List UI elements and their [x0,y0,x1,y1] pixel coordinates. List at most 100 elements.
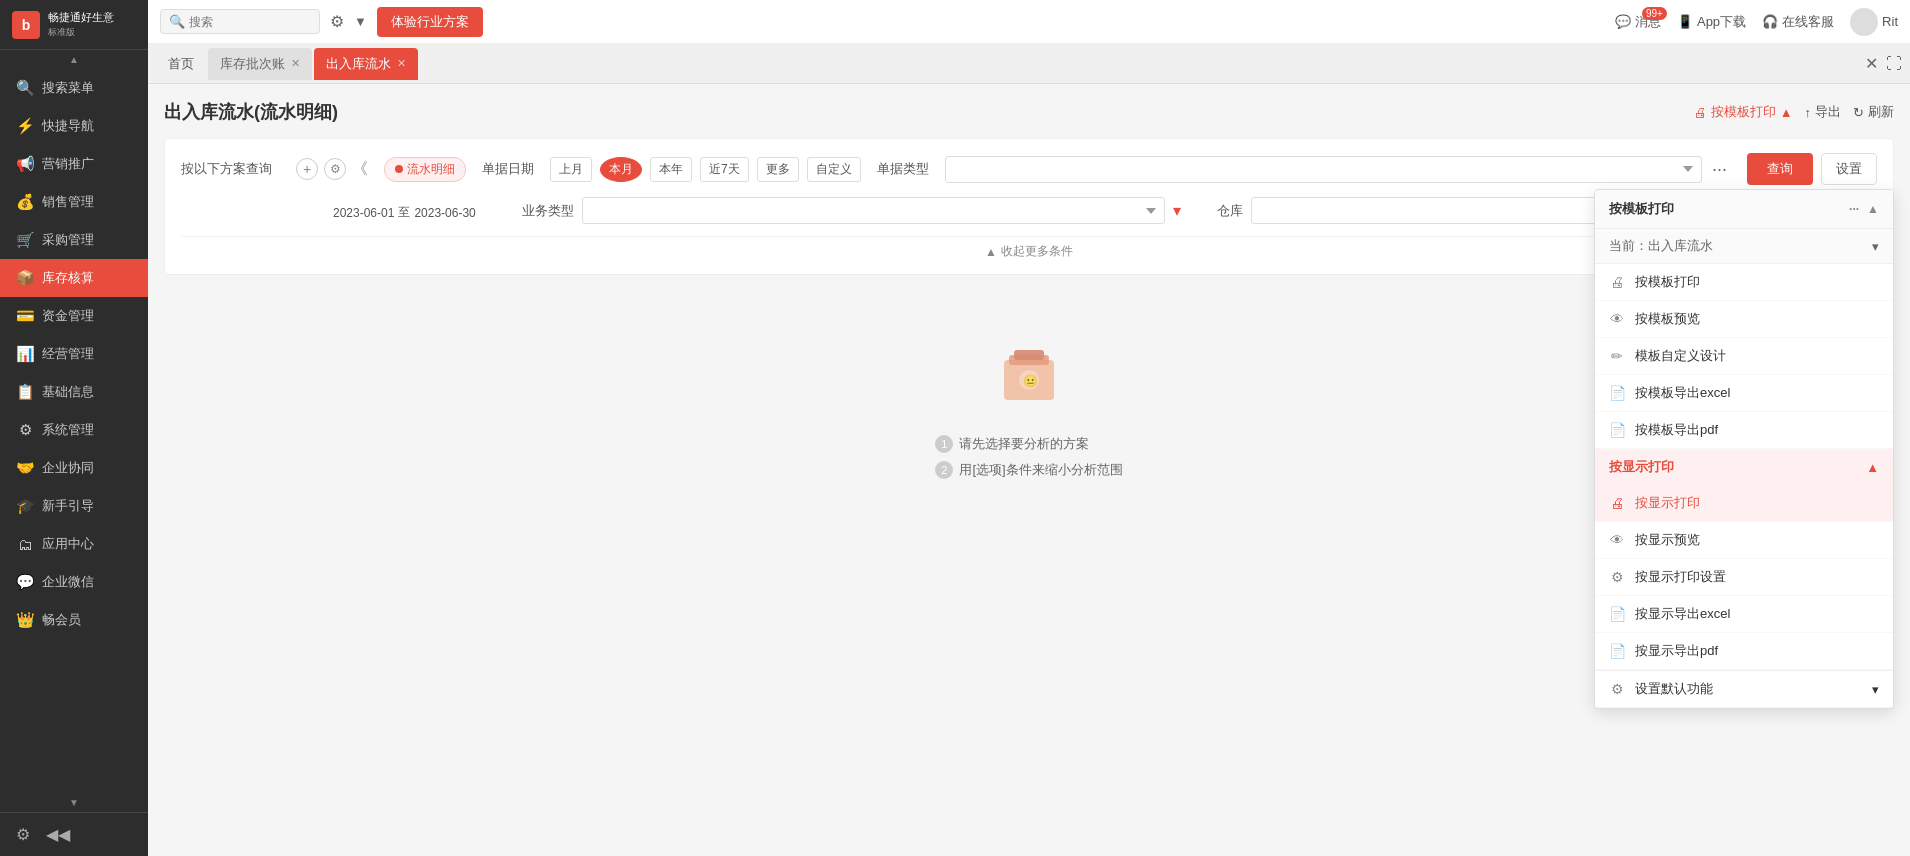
dropdown-item-settings-display[interactable]: ⚙ 按显示打印设置 [1595,559,1893,596]
collapse-btn[interactable]: ▲ 收起更多条件 [985,243,1073,260]
tab-close-icon[interactable]: ✕ [1865,54,1878,73]
pdf-display-icon: 📄 [1609,643,1625,659]
sidebar-item-enterprise[interactable]: 🤝 企业协同 [0,449,148,487]
dropdown-display-section[interactable]: 按显示打印 ▲ [1595,449,1893,485]
dropdown-item-label: 按显示导出pdf [1635,642,1718,660]
sidebar-item-search[interactable]: 🔍 搜索菜单 [0,69,148,107]
sidebar-item-purchase[interactable]: 🛒 采购管理 [0,221,148,259]
dropdown-item-export-pdf-display[interactable]: 📄 按显示导出pdf [1595,633,1893,670]
filter-label: 按以下方案查询 [181,160,272,178]
industry-btn[interactable]: 体验行业方案 [377,7,483,37]
sidebar-item-marketing[interactable]: 📢 营销推广 [0,145,148,183]
dropdown-item-export-excel-display[interactable]: 📄 按显示导出excel [1595,596,1893,633]
chevron-up-icon: ▲ [1780,105,1793,120]
business-type-select[interactable] [582,197,1166,224]
business-dropdown-icon[interactable]: ▾ [1173,201,1181,220]
scroll-down-arrow[interactable]: ▼ [0,793,148,812]
sidebar-item-guide[interactable]: 🎓 新手引导 [0,487,148,525]
sidebar-item-label: 应用中心 [42,535,94,553]
filter-tag[interactable]: 流水明细 [384,157,466,182]
bill-type-more-btn[interactable]: ··· [1708,159,1731,180]
dropdown-current-chevron[interactable]: ▾ [1872,239,1879,254]
sidebar-item-shortcut[interactable]: ⚡ 快捷导航 [0,107,148,145]
svg-rect-2 [1014,350,1044,360]
print-dropdown-panel: 按模板打印 ··· ▲ 当前：出入库流水 ▾ 🖨 按模板打印 👁 按模板预览 ✏ [1594,189,1894,709]
sidebar-item-appstore[interactable]: 🗂 应用中心 [0,525,148,563]
message-btn[interactable]: 💬 消息 99+ [1615,13,1661,31]
export-btn[interactable]: ↑ 导出 [1805,103,1842,121]
sidebar-item-system[interactable]: ⚙ 系统管理 [0,411,148,449]
dropdown-item-export-excel-template[interactable]: 📄 按模板导出excel [1595,375,1893,412]
tab-maximize-icon[interactable]: ⛶ [1886,55,1902,73]
settings-button[interactable]: 设置 [1821,153,1877,185]
page-title: 出入库流水(流水明细) [164,100,338,124]
date-prev-month[interactable]: 上月 [550,157,592,182]
topbar-dropdown-icon[interactable]: ▼ [354,14,367,29]
empty-steps: 1 请先选择要分析的方案 2 用[选项]条件来缩小分析范围 [935,435,1122,487]
date-more[interactable]: 更多 [757,157,799,182]
tab-batch-close[interactable]: ✕ [291,57,300,70]
footer-settings-icon[interactable]: ⚙ [16,825,30,844]
member-icon: 👑 [16,611,34,629]
user-avatar[interactable]: Rit [1850,8,1898,36]
sidebar-item-operations[interactable]: 📊 经营管理 [0,335,148,373]
preview-template-icon: 👁 [1609,311,1625,327]
tab-home[interactable]: 首页 [156,48,206,80]
sidebar-item-finance[interactable]: 💳 资金管理 [0,297,148,335]
topbar-search-box[interactable]: 🔍 [160,9,320,34]
sidebar-item-inventory[interactable]: 📦 库存核算 [0,259,148,297]
filter-row-1: 按以下方案查询 + ⚙ 《 流水明细 单据日期 上月 本月 本年 近7天 更多 [181,153,1877,185]
dropdown-item-label: 按显示预览 [1635,531,1700,549]
refresh-btn[interactable]: ↻ 刷新 [1853,103,1894,121]
sidebar-item-sales[interactable]: 💰 销售管理 [0,183,148,221]
service-label: 在线客服 [1782,13,1834,31]
tab-batch[interactable]: 库存批次账 ✕ [208,48,312,80]
service-btn[interactable]: 🎧 在线客服 [1762,13,1834,31]
dropdown-item-print-display[interactable]: 🖨 按显示打印 [1595,485,1893,522]
filter-collapse-btn[interactable]: 《 [352,159,368,180]
filter-add-btn[interactable]: + [296,158,318,180]
sidebar-item-wechat[interactable]: 💬 企业微信 [0,563,148,601]
dropdown-more-icon[interactable]: ··· [1849,202,1859,216]
dropdown-item-print-template[interactable]: 🖨 按模板打印 [1595,264,1893,301]
bill-type-select[interactable] [945,156,1702,183]
tab-flow[interactable]: 出入库流水 ✕ [314,48,418,80]
step-num-2: 2 [935,461,953,479]
page-header: 出入库流水(流水明细) 🖨 按模板打印 ▲ ↑ 导出 ↻ 刷新 [164,100,1894,124]
print-display-icon: 🖨 [1609,495,1625,511]
scroll-up-arrow[interactable]: ▲ [0,50,148,69]
date-label: 单据日期 [482,160,534,178]
dropdown-item-preview-template[interactable]: 👁 按模板预览 [1595,301,1893,338]
empty-step-1: 1 请先选择要分析的方案 [935,435,1122,453]
dropdown-item-custom-template[interactable]: ✏ 模板自定义设计 [1595,338,1893,375]
sidebar-footer: ⚙ ◀◀ [0,812,148,856]
sidebar-item-member[interactable]: 👑 畅会员 [0,601,148,639]
dropdown-item-default-feature[interactable]: ⚙ 设置默认功能 ▾ [1595,670,1893,708]
sidebar-item-basic[interactable]: 📋 基础信息 [0,373,148,411]
sidebar-item-label: 搜索菜单 [42,79,94,97]
dropdown-chevron-up[interactable]: ▲ [1867,202,1879,216]
topbar-gear-icon[interactable]: ⚙ [330,12,344,31]
dropdown-item-export-pdf-template[interactable]: 📄 按模板导出pdf [1595,412,1893,449]
dropdown-item-preview-display[interactable]: 👁 按显示预览 [1595,522,1893,559]
tab-flow-close[interactable]: ✕ [397,57,406,70]
date-custom[interactable]: 自定义 [807,157,861,182]
print-template-btn[interactable]: 🖨 按模板打印 ▲ [1694,103,1793,121]
enterprise-icon: 🤝 [16,459,34,477]
search-input[interactable] [189,15,309,29]
query-button[interactable]: 查询 [1747,153,1813,185]
date-filter: 上月 本月 本年 近7天 更多 自定义 [550,157,861,182]
app-download-btn[interactable]: 📱 App下载 [1677,13,1746,31]
footer-collapse-icon[interactable]: ◀◀ [46,825,70,844]
tab-flow-label: 出入库流水 [326,55,391,73]
empty-step-2: 2 用[选项]条件来缩小分析范围 [935,461,1122,479]
excel-display-icon: 📄 [1609,606,1625,622]
filter-settings-btn[interactable]: ⚙ [324,158,346,180]
date-7days[interactable]: 近7天 [700,157,749,182]
date-current-month[interactable]: 本月 [600,157,642,182]
date-current-year[interactable]: 本年 [650,157,692,182]
dropdown-item-label: 按显示打印 [1635,494,1700,512]
pdf-template-icon: 📄 [1609,422,1625,438]
main-area: 🔍 ⚙ ▼ 体验行业方案 💬 消息 99+ 📱 App下载 🎧 在线客服 Rit [148,0,1910,856]
dropdown-item-label: 按显示导出excel [1635,605,1730,623]
